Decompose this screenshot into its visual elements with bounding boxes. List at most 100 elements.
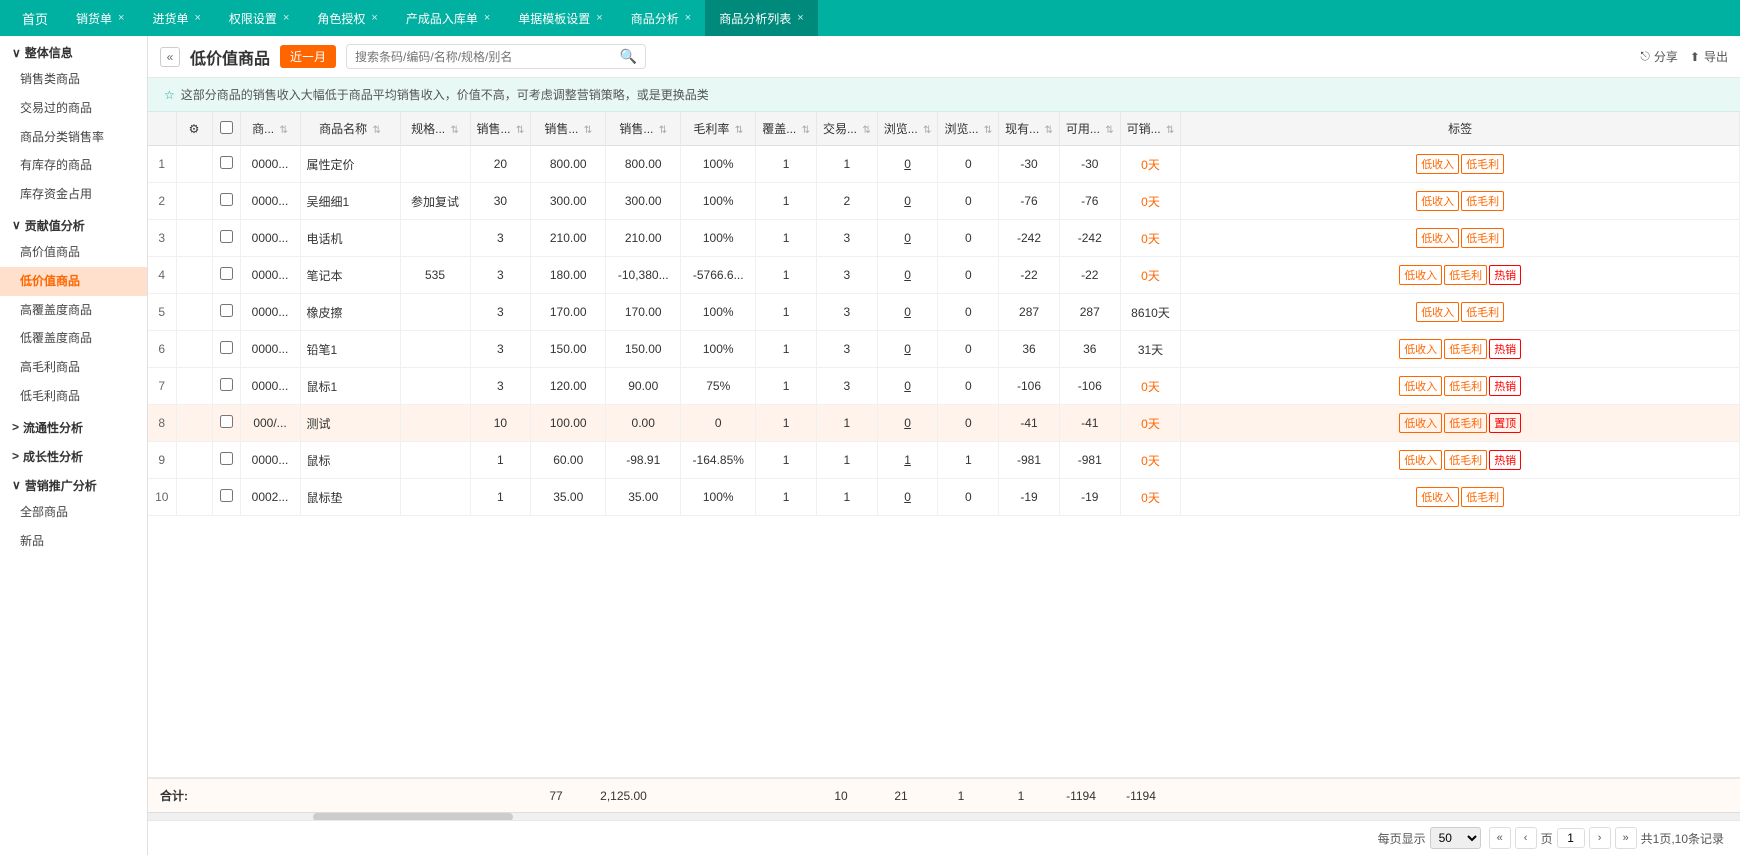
nav-role-auth[interactable]: 角色授权 × bbox=[303, 0, 391, 36]
row-browse1[interactable]: 0 bbox=[877, 368, 938, 405]
row-browse1[interactable]: 0 bbox=[877, 257, 938, 294]
next-page-button[interactable]: › bbox=[1589, 827, 1611, 849]
sidebar-item-all-products[interactable]: 全部商品 bbox=[0, 498, 147, 527]
sidebar-group-marketing[interactable]: ∨ 营销推广分析 bbox=[0, 469, 147, 498]
row-browse1[interactable]: 0 bbox=[877, 405, 938, 442]
browse1-value[interactable]: 0 bbox=[904, 231, 911, 245]
browse1-value[interactable]: 0 bbox=[904, 490, 911, 504]
sidebar-group-growth[interactable]: > 成长性分析 bbox=[0, 440, 147, 469]
row-checkbox[interactable] bbox=[220, 230, 233, 243]
sidebar-item-stock-products[interactable]: 有库存的商品 bbox=[0, 151, 147, 180]
scrollbar-area[interactable] bbox=[148, 812, 1740, 820]
col-sales-qty[interactable]: 销售... ⇅ bbox=[470, 112, 531, 146]
browse1-value[interactable]: 0 bbox=[904, 305, 911, 319]
col-gross-rate[interactable]: 毛利率 ⇅ bbox=[681, 112, 756, 146]
sidebar-item-traded-products[interactable]: 交易过的商品 bbox=[0, 94, 147, 123]
row-checkbox[interactable] bbox=[220, 341, 233, 354]
row-checkbox[interactable] bbox=[220, 156, 233, 169]
close-icon[interactable]: × bbox=[484, 12, 490, 24]
close-icon[interactable]: × bbox=[685, 12, 691, 24]
row-browse1[interactable]: 0 bbox=[877, 294, 938, 331]
row-checkbox[interactable] bbox=[220, 267, 233, 280]
browse1-value[interactable]: 0 bbox=[904, 194, 911, 208]
export-button[interactable]: ⬆ 导出 bbox=[1690, 48, 1728, 65]
time-filter-button[interactable]: 近一月 bbox=[280, 45, 336, 68]
row-browse1[interactable]: 0 bbox=[877, 331, 938, 368]
row-checkbox[interactable] bbox=[220, 489, 233, 502]
nav-product-analysis[interactable]: 商品分析 × bbox=[617, 0, 705, 36]
col-spec[interactable]: 规格... ⇅ bbox=[400, 112, 470, 146]
row-browse1[interactable]: 1 bbox=[877, 442, 938, 479]
row-checkbox[interactable] bbox=[220, 452, 233, 465]
close-icon[interactable]: × bbox=[371, 12, 377, 24]
col-sales-price[interactable]: 销售... ⇅ bbox=[531, 112, 606, 146]
sidebar-item-new-products[interactable]: 新品 bbox=[0, 527, 147, 556]
col-sales-gross[interactable]: 销售... ⇅ bbox=[606, 112, 681, 146]
sidebar-item-high-margin[interactable]: 高毛利商品 bbox=[0, 353, 147, 382]
nav-home[interactable]: 首页 bbox=[8, 0, 62, 36]
browse1-value[interactable]: 0 bbox=[904, 157, 911, 171]
nav-product-stock[interactable]: 产成品入库单 × bbox=[392, 0, 504, 36]
col-coverage[interactable]: 覆盖... ⇅ bbox=[756, 112, 817, 146]
row-browse2: 0 bbox=[938, 331, 999, 368]
row-browse1[interactable]: 0 bbox=[877, 146, 938, 183]
col-browse2[interactable]: 浏览... ⇅ bbox=[938, 112, 999, 146]
col-name[interactable]: 商品名称 ⇅ bbox=[300, 112, 400, 146]
row-browse1[interactable]: 0 bbox=[877, 479, 938, 516]
sidebar-item-low-value[interactable]: 低价值商品 bbox=[0, 267, 147, 296]
search-icon[interactable]: 🔍 bbox=[620, 48, 637, 65]
row-checkbox[interactable] bbox=[220, 415, 233, 428]
browse1-value[interactable]: 0 bbox=[904, 379, 911, 393]
browse1-value[interactable]: 0 bbox=[904, 342, 911, 356]
nav-product-analysis-list[interactable]: 商品分析列表 × bbox=[705, 0, 817, 36]
sidebar-item-category-sales[interactable]: 商品分类销售率 bbox=[0, 123, 147, 152]
tag-label: 热销 bbox=[1489, 376, 1521, 396]
close-icon[interactable]: × bbox=[118, 12, 124, 24]
close-icon[interactable]: × bbox=[283, 12, 289, 24]
per-page-select[interactable]: 50 20 100 bbox=[1430, 827, 1481, 849]
table-container[interactable]: ⚙ 商... ⇅ 商品名称 ⇅ 规格... ⇅ 销售... ⇅ 销售... ⇅ … bbox=[148, 112, 1740, 777]
col-trade[interactable]: 交易... ⇅ bbox=[816, 112, 877, 146]
nav-template-settings[interactable]: 单据模板设置 × bbox=[504, 0, 616, 36]
row-checkbox-cell bbox=[212, 331, 240, 368]
row-usable: -76 bbox=[1059, 183, 1120, 220]
sidebar-item-low-coverage[interactable]: 低覆盖度商品 bbox=[0, 324, 147, 353]
sidebar-item-high-coverage[interactable]: 高覆盖度商品 bbox=[0, 296, 147, 325]
row-checkbox[interactable] bbox=[220, 193, 233, 206]
sidebar-group-overall[interactable]: ∨ 整体信息 bbox=[0, 36, 147, 65]
settings-column[interactable]: ⚙ bbox=[176, 112, 212, 146]
col-saleable[interactable]: 可销... ⇅ bbox=[1120, 112, 1181, 146]
select-all-checkbox[interactable] bbox=[220, 121, 233, 134]
first-page-button[interactable]: « bbox=[1489, 827, 1511, 849]
sidebar-item-sales-products[interactable]: 销售类商品 bbox=[0, 65, 147, 94]
sidebar-item-high-value[interactable]: 高价值商品 bbox=[0, 238, 147, 267]
sidebar-group-contribution[interactable]: ∨ 贡献值分析 bbox=[0, 209, 147, 238]
sidebar-item-low-margin[interactable]: 低毛利商品 bbox=[0, 382, 147, 411]
col-usable[interactable]: 可用... ⇅ bbox=[1059, 112, 1120, 146]
sidebar-group-circulation[interactable]: > 流通性分析 bbox=[0, 411, 147, 440]
sidebar-item-stock-capital[interactable]: 库存资金占用 bbox=[0, 180, 147, 209]
prev-page-button[interactable]: ‹ bbox=[1515, 827, 1537, 849]
col-code[interactable]: 商... ⇅ bbox=[240, 112, 300, 146]
share-button[interactable]: ⎋ 分享 bbox=[1640, 48, 1678, 65]
row-browse1[interactable]: 0 bbox=[877, 220, 938, 257]
page-number-input[interactable] bbox=[1557, 828, 1585, 848]
col-browse1[interactable]: 浏览... ⇅ bbox=[877, 112, 938, 146]
row-browse1[interactable]: 0 bbox=[877, 183, 938, 220]
row-usable: -106 bbox=[1059, 368, 1120, 405]
close-icon[interactable]: × bbox=[596, 12, 602, 24]
browse1-value[interactable]: 0 bbox=[904, 268, 911, 282]
row-checkbox[interactable] bbox=[220, 378, 233, 391]
last-page-button[interactable]: » bbox=[1615, 827, 1637, 849]
col-current[interactable]: 现有... ⇅ bbox=[999, 112, 1060, 146]
search-input[interactable] bbox=[355, 50, 620, 64]
collapse-button[interactable]: « bbox=[160, 47, 180, 67]
nav-purchase-order[interactable]: 进货单 × bbox=[138, 0, 214, 36]
row-checkbox[interactable] bbox=[220, 304, 233, 317]
browse1-value[interactable]: 0 bbox=[904, 416, 911, 430]
close-icon[interactable]: × bbox=[194, 12, 200, 24]
close-icon[interactable]: × bbox=[797, 12, 803, 24]
nav-permission[interactable]: 权限设置 × bbox=[215, 0, 303, 36]
browse1-value[interactable]: 1 bbox=[904, 453, 911, 467]
nav-sales-order[interactable]: 销货单 × bbox=[62, 0, 138, 36]
